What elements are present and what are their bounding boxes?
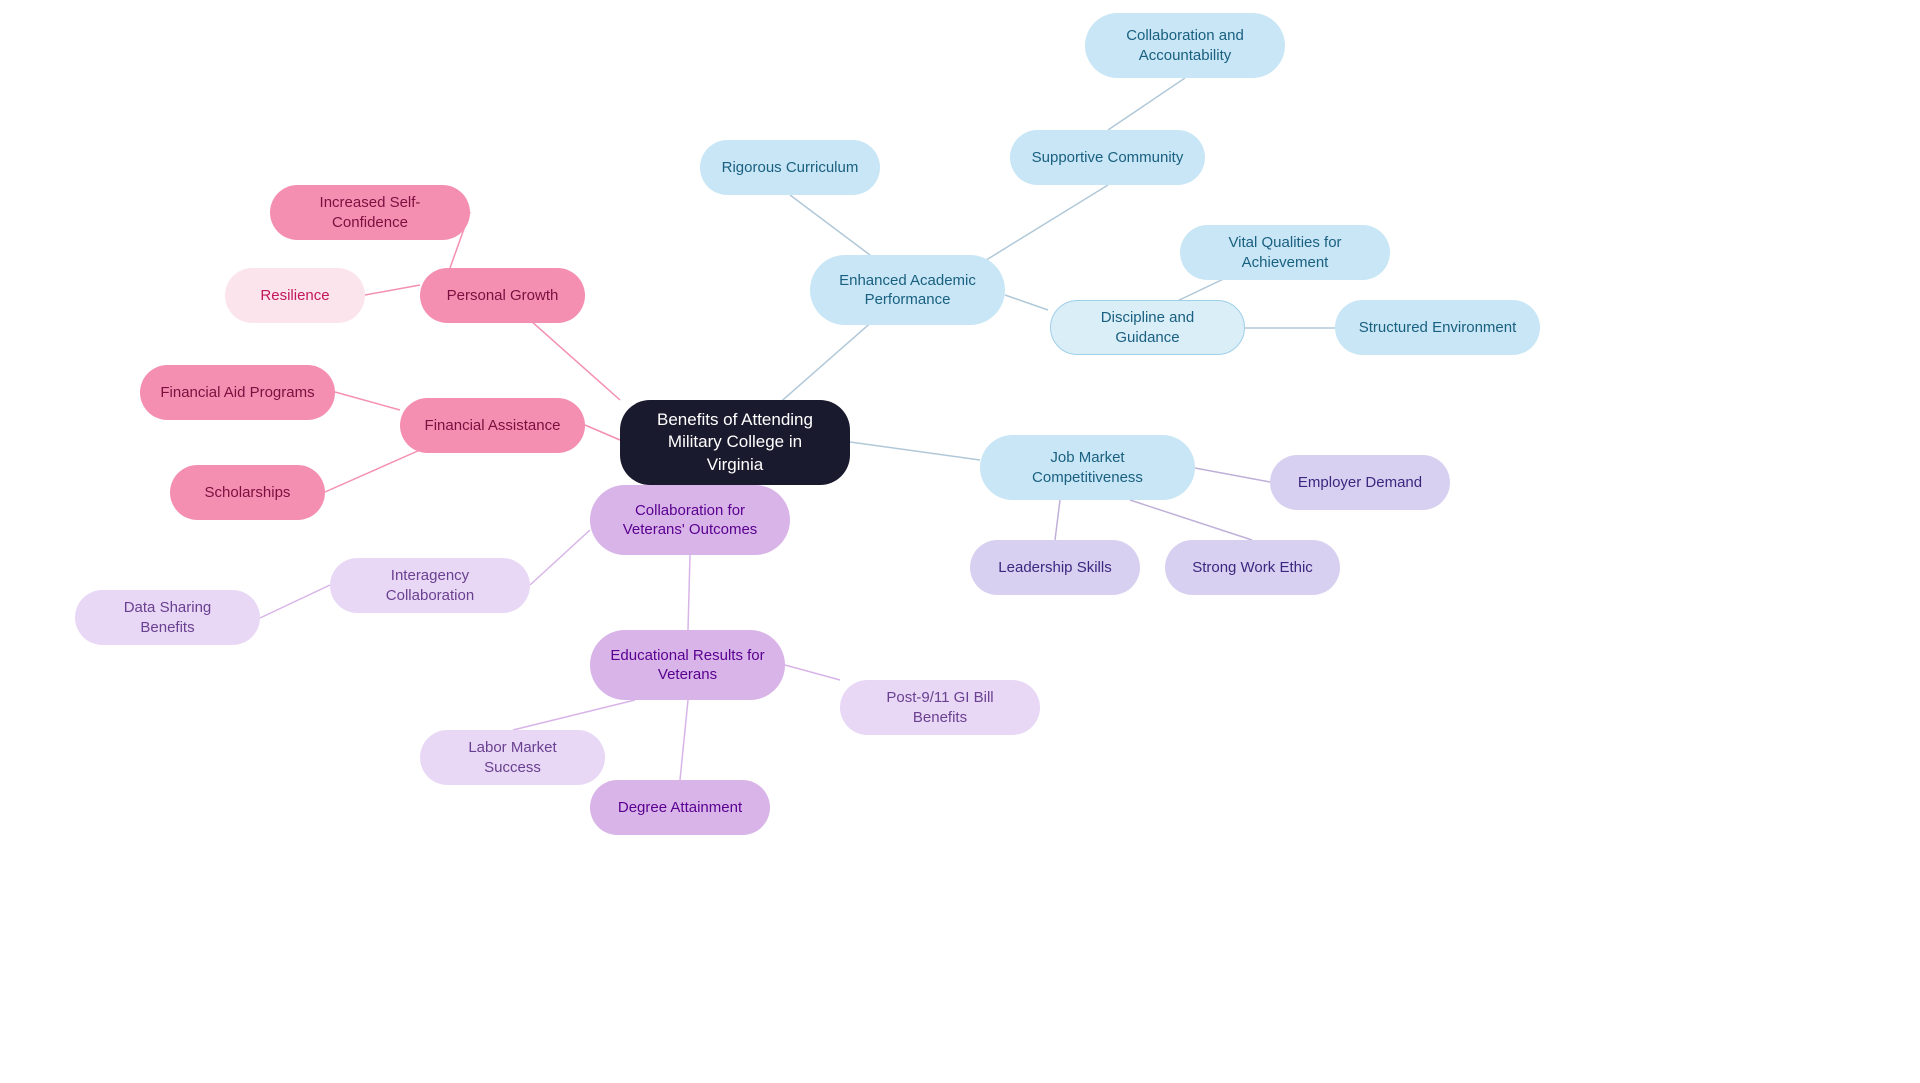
node-labor-market: Labor Market Success bbox=[420, 730, 605, 785]
node-strong-work-ethic: Strong Work Ethic bbox=[1165, 540, 1340, 595]
node-personal-growth: Personal Growth bbox=[420, 268, 585, 323]
node-structured-environment: Structured Environment bbox=[1335, 300, 1540, 355]
node-job-market: Job Market Competitiveness bbox=[980, 435, 1195, 500]
node-rigorous-curriculum: Rigorous Curriculum bbox=[700, 140, 880, 195]
node-discipline-guidance: Discipline and Guidance bbox=[1050, 300, 1245, 355]
node-collaboration-veterans: Collaboration for Veterans' Outcomes bbox=[590, 485, 790, 555]
node-employer-demand: Employer Demand bbox=[1270, 455, 1450, 510]
node-vital-qualities: Vital Qualities for Achievement bbox=[1180, 225, 1390, 280]
node-data-sharing: Data Sharing Benefits bbox=[75, 590, 260, 645]
node-leadership-skills: Leadership Skills bbox=[970, 540, 1140, 595]
node-post-911: Post-9/11 GI Bill Benefits bbox=[840, 680, 1040, 735]
node-degree-attainment: Degree Attainment bbox=[590, 780, 770, 835]
node-collaboration-accountability: Collaboration and Accountability bbox=[1085, 13, 1285, 78]
node-financial-aid-programs: Financial Aid Programs bbox=[140, 365, 335, 420]
node-increased-self-confidence: Increased Self-Confidence bbox=[270, 185, 470, 240]
node-supportive-community: Supportive Community bbox=[1010, 130, 1205, 185]
node-scholarships: Scholarships bbox=[170, 465, 325, 520]
node-educational-results: Educational Results for Veterans bbox=[590, 630, 785, 700]
node-interagency-collaboration: Interagency Collaboration bbox=[330, 558, 530, 613]
node-resilience: Resilience bbox=[225, 268, 365, 323]
center-node: Benefits of Attending Military College i… bbox=[620, 400, 850, 485]
node-enhanced-academic: Enhanced Academic Performance bbox=[810, 255, 1005, 325]
node-financial-assistance: Financial Assistance bbox=[400, 398, 585, 453]
